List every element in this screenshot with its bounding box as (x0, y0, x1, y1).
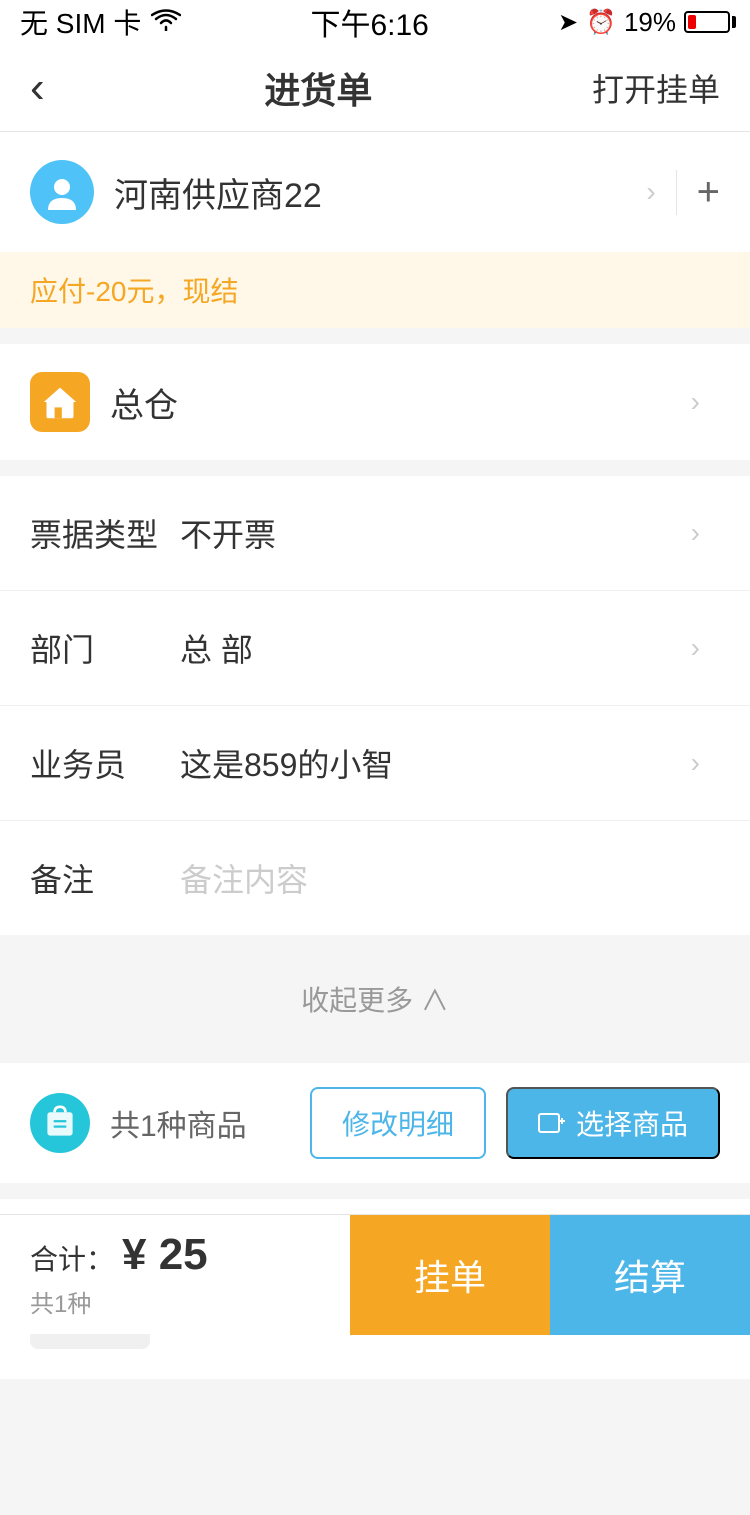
supplier-name: 河南供应商22 (114, 168, 646, 217)
invoice-arrow-icon: › (691, 517, 700, 549)
supplier-arrow-icon: › (646, 176, 655, 208)
warehouse-name: 总仓 (110, 378, 691, 427)
dept-row[interactable]: 部门 总 部 › (0, 591, 750, 706)
supplier-section: 河南供应商22 › + 应付-20元，现结 (0, 132, 750, 328)
dept-arrow-icon: › (691, 632, 700, 664)
battery-icon (684, 11, 730, 33)
supplier-notice: 应付-20元，现结 (0, 252, 750, 328)
sales-arrow-icon: › (691, 747, 700, 779)
add-supplier-button[interactable]: + (676, 170, 720, 215)
invoice-value: 不开票 (180, 510, 691, 556)
products-header: 共1种商品 修改明细 选择商品 (0, 1063, 750, 1183)
warehouse-arrow-icon: › (691, 386, 700, 418)
wifi-icon (151, 6, 181, 38)
remark-label: 备注 (30, 855, 180, 901)
product-count: 共1种商品 (110, 1101, 290, 1145)
battery-text: 19% (624, 7, 676, 38)
sales-label: 业务员 (30, 740, 180, 786)
status-bar: 无 SIM 卡 下午6:16 ➤ ⏰ 19% (0, 0, 750, 44)
status-time: 下午6:16 (310, 0, 428, 44)
warehouse-section[interactable]: 总仓 › (0, 344, 750, 460)
dept-label: 部门 (30, 625, 180, 671)
warehouse-icon (30, 372, 90, 432)
form-section: 票据类型 不开票 › 部门 总 部 › 业务员 这是859的小智 › 备注 备注… (0, 476, 750, 935)
page-title: 进货单 (264, 62, 372, 114)
supplier-avatar (30, 160, 94, 224)
status-carrier: 无 SIM 卡 (20, 2, 181, 42)
alarm-icon: ⏰ (586, 8, 616, 37)
status-right: ➤ ⏰ 19% (558, 7, 730, 38)
nav-bar: ‹ 进货单 打开挂单 (0, 44, 750, 132)
invoice-label: 票据类型 (30, 510, 180, 556)
back-button[interactable]: ‹ (30, 63, 45, 113)
total-count: 共1种 (30, 1284, 320, 1319)
total-label: 合计： ¥ 25 (30, 1230, 320, 1280)
modify-detail-button[interactable]: 修改明细 (310, 1087, 486, 1159)
select-product-button[interactable]: 选择商品 (506, 1087, 720, 1159)
total-amount: ¥ 25 (122, 1230, 208, 1280)
select-product-label: 选择商品 (576, 1103, 688, 1143)
dept-value: 总 部 (180, 625, 691, 671)
supplier-row[interactable]: 河南供应商22 › + (0, 132, 750, 252)
bottom-bar: 合计： ¥ 25 共1种 挂单 结算 (0, 1214, 750, 1334)
invoice-row[interactable]: 票据类型 不开票 › (0, 476, 750, 591)
open-suspend-button[interactable]: 打开挂单 (592, 65, 720, 111)
suspend-button[interactable]: 挂单 (350, 1215, 550, 1335)
collapse-label: 收起更多 ∧ (301, 985, 449, 1016)
total-area: 合计： ¥ 25 共1种 (0, 1230, 350, 1319)
checkout-button[interactable]: 结算 (550, 1215, 750, 1335)
remark-row[interactable]: 备注 备注内容 (0, 821, 750, 935)
products-icon (30, 1093, 90, 1153)
location-icon: ➤ (558, 8, 578, 37)
collapse-bar[interactable]: 收起更多 ∧ (0, 951, 750, 1047)
carrier-text: 无 SIM 卡 (20, 2, 141, 42)
sales-row[interactable]: 业务员 这是859的小智 › (0, 706, 750, 821)
sales-value: 这是859的小智 (180, 740, 691, 786)
remark-input[interactable]: 备注内容 (180, 855, 720, 901)
